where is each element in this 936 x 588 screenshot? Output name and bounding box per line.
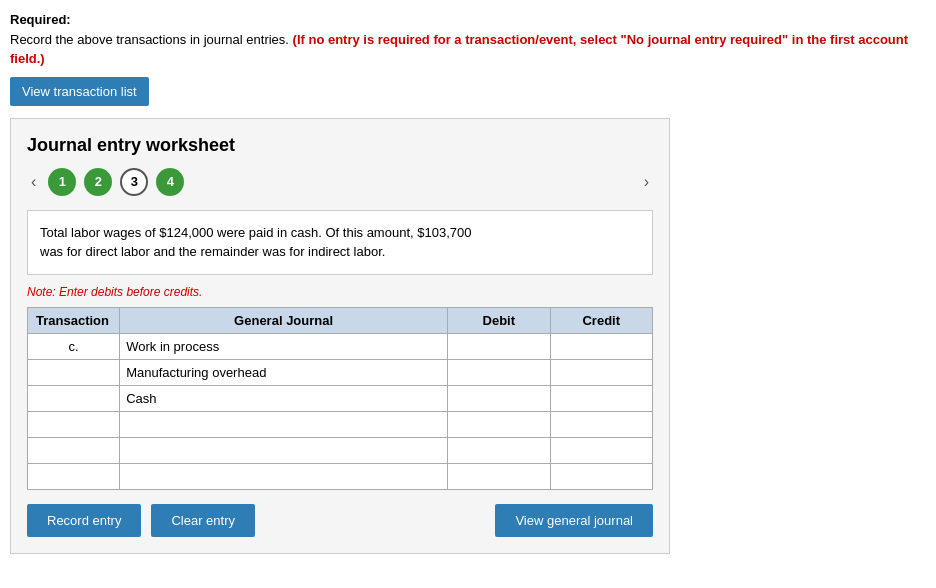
table-row: [28, 359, 653, 385]
credit-cell[interactable]: [550, 333, 653, 359]
general-journal-input[interactable]: [126, 339, 441, 354]
credit-input[interactable]: [557, 469, 647, 484]
debit-cell[interactable]: [448, 411, 550, 437]
col-header-transaction: Transaction: [28, 307, 120, 333]
general-journal-cell[interactable]: [120, 385, 448, 411]
action-buttons-bar: Record entry Clear entry View general jo…: [27, 504, 653, 537]
transaction-cell: [28, 411, 120, 437]
next-arrow[interactable]: ›: [640, 171, 653, 193]
transaction-cell: [28, 385, 120, 411]
general-journal-input[interactable]: [126, 365, 441, 380]
required-line1: Record the above transactions in journal…: [10, 32, 289, 47]
transaction-cell: [28, 437, 120, 463]
scenario-text: Total labor wages of $124,000 were paid …: [40, 225, 471, 260]
col-header-debit: Debit: [448, 307, 550, 333]
debit-cell[interactable]: [448, 359, 550, 385]
tab-2[interactable]: 2: [84, 168, 112, 196]
tab-1[interactable]: 1: [48, 168, 76, 196]
debit-input[interactable]: [454, 469, 543, 484]
credit-input[interactable]: [557, 365, 647, 380]
credit-cell[interactable]: [550, 437, 653, 463]
credit-cell[interactable]: [550, 359, 653, 385]
credit-input[interactable]: [557, 391, 647, 406]
tab-3[interactable]: 3: [120, 168, 148, 196]
required-label: Required:: [10, 12, 71, 27]
general-journal-cell[interactable]: [120, 359, 448, 385]
debit-cell[interactable]: [448, 333, 550, 359]
general-journal-cell[interactable]: [120, 437, 448, 463]
clear-entry-button[interactable]: Clear entry: [151, 504, 255, 537]
record-entry-button[interactable]: Record entry: [27, 504, 141, 537]
table-row: [28, 385, 653, 411]
debit-input[interactable]: [454, 365, 543, 380]
table-row: [28, 411, 653, 437]
general-journal-input[interactable]: [126, 391, 441, 406]
view-transaction-button[interactable]: View transaction list: [10, 77, 149, 106]
credit-cell[interactable]: [550, 411, 653, 437]
transaction-cell: [28, 359, 120, 385]
debit-input[interactable]: [454, 339, 543, 354]
credit-input[interactable]: [557, 339, 647, 354]
general-journal-cell[interactable]: [120, 411, 448, 437]
debit-input[interactable]: [454, 417, 543, 432]
debit-cell[interactable]: [448, 437, 550, 463]
table-row: c.: [28, 333, 653, 359]
view-general-journal-button[interactable]: View general journal: [495, 504, 653, 537]
general-journal-cell[interactable]: [120, 463, 448, 489]
credit-cell[interactable]: [550, 385, 653, 411]
general-journal-input[interactable]: [126, 443, 441, 458]
transaction-cell: c.: [28, 333, 120, 359]
general-journal-input[interactable]: [126, 469, 441, 484]
table-row: [28, 437, 653, 463]
debit-input[interactable]: [454, 443, 543, 458]
scenario-box: Total labor wages of $124,000 were paid …: [27, 210, 653, 275]
journal-table: Transaction General Journal Debit Credit…: [27, 307, 653, 490]
general-journal-input[interactable]: [126, 417, 441, 432]
prev-arrow[interactable]: ‹: [27, 171, 40, 193]
note-text: Note: Enter debits before credits.: [27, 285, 653, 299]
tab-navigation: ‹ 1 2 3 4 ›: [27, 168, 653, 196]
debit-cell[interactable]: [448, 463, 550, 489]
worksheet-container: Journal entry worksheet ‹ 1 2 3 4 › Tota…: [10, 118, 670, 554]
required-section: Required: Record the above transactions …: [10, 10, 926, 69]
credit-cell[interactable]: [550, 463, 653, 489]
tab-4[interactable]: 4: [156, 168, 184, 196]
credit-input[interactable]: [557, 417, 647, 432]
transaction-cell: [28, 463, 120, 489]
debit-input[interactable]: [454, 391, 543, 406]
worksheet-title: Journal entry worksheet: [27, 135, 653, 156]
col-header-general-journal: General Journal: [120, 307, 448, 333]
general-journal-cell[interactable]: [120, 333, 448, 359]
table-row: [28, 463, 653, 489]
col-header-credit: Credit: [550, 307, 653, 333]
credit-input[interactable]: [557, 443, 647, 458]
debit-cell[interactable]: [448, 385, 550, 411]
